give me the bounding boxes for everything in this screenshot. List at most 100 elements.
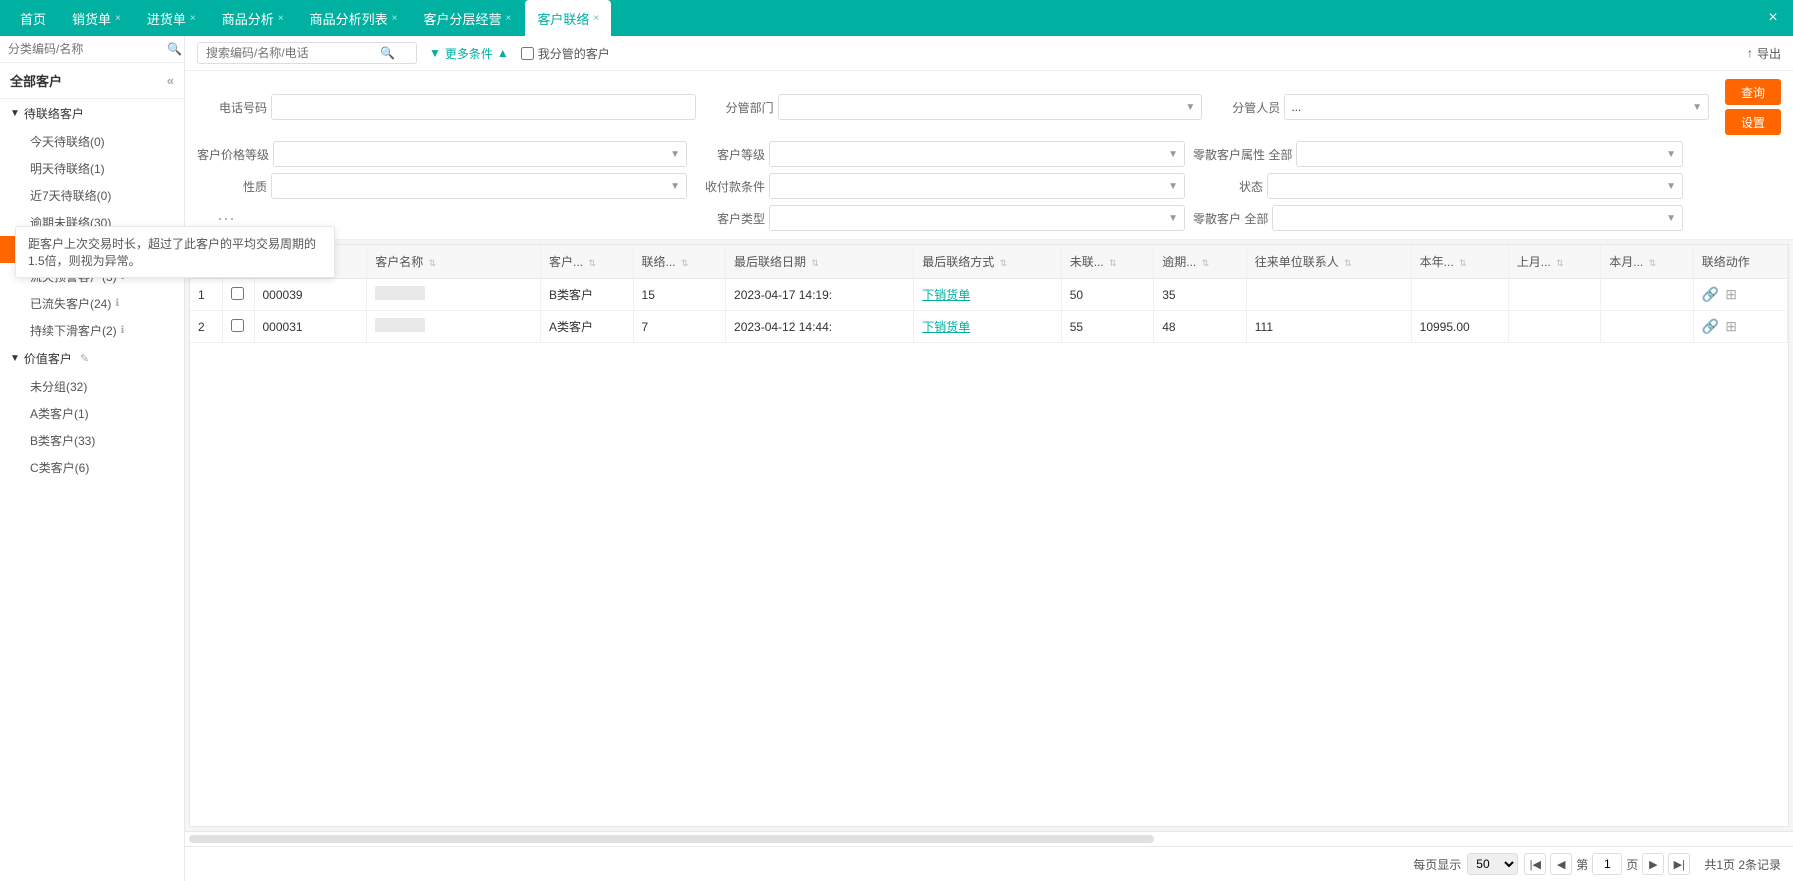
status-select[interactable]: ▼ xyxy=(1267,173,1683,199)
th-last-date[interactable]: 最后联络日期 ⇅ xyxy=(726,245,914,279)
sidebar-group-pending[interactable]: ▼ 待联络客户 xyxy=(0,99,184,128)
close-sales-tab[interactable]: × xyxy=(115,13,121,24)
row1-method-link[interactable]: 下销货单 xyxy=(922,288,970,302)
h-scrollbar[interactable] xyxy=(189,835,1154,843)
nav-tab-customer-segment[interactable]: 客户分层经营 × xyxy=(411,0,523,36)
sidebar-item-lost[interactable]: 已流失客户(24) ℹ xyxy=(10,290,184,317)
sidebar-group-value[interactable]: ▼ 价值客户 ✎ xyxy=(0,344,184,373)
th-contact-count[interactable]: 联络... ⇅ xyxy=(633,245,726,279)
nav-tab-analysis[interactable]: 商品分析 × xyxy=(210,0,296,36)
customer-type-select[interactable]: ▼ xyxy=(769,205,1185,231)
row1-last-method[interactable]: 下销货单 xyxy=(914,279,1062,311)
filter-row-2: 客户价格等级 ▼ 客户等级 ▼ 零散客户属性 全部 xyxy=(197,141,1781,167)
table-area[interactable]: ⚙ 客户编码 ⇅ 客户名称 ⇅ 客户... ⇅ 联络... ⇅ 最后联络日期 ⇅… xyxy=(189,244,1789,827)
page-last-btn[interactable]: ▶| xyxy=(1668,853,1690,875)
page-next-btn[interactable]: ▶ xyxy=(1642,853,1664,875)
row1-contact-count: 15 xyxy=(633,279,726,311)
export-button[interactable]: ↑ 导出 xyxy=(1747,45,1781,62)
sidebar-item-class-b[interactable]: B类客户(33) xyxy=(10,427,184,454)
sidebar-search-icon[interactable]: 🔍 xyxy=(167,42,182,56)
row1-checkbox[interactable] xyxy=(222,279,254,311)
sidebar-item-today[interactable]: 今天待联络(0) xyxy=(10,128,184,155)
status-chevron: ▼ xyxy=(1666,181,1676,192)
row2-method-link[interactable]: 下销货单 xyxy=(922,320,970,334)
dept-select[interactable]: ▼ xyxy=(778,94,1203,120)
my-customers-check[interactable] xyxy=(521,47,534,60)
row2-last-month xyxy=(1508,311,1601,343)
row2-type: A类客户 xyxy=(541,311,634,343)
sidebar-search-input[interactable] xyxy=(8,42,163,56)
row1-grid-icon[interactable]: ⊞ xyxy=(1725,286,1737,303)
value-subgroup: 未分组(32) A类客户(1) B类客户(33) C类客户(6) xyxy=(0,373,184,481)
person-select[interactable]: ... ▼ xyxy=(1284,94,1709,120)
sidebar-item-class-c[interactable]: C类客户(6) xyxy=(10,454,184,481)
retail-attr-select[interactable]: ▼ xyxy=(1296,141,1683,167)
row2-checkbox[interactable] xyxy=(222,311,254,343)
row1-name xyxy=(367,279,541,311)
my-customers-checkbox[interactable]: 我分管的客户 xyxy=(521,45,610,62)
main-search-icon[interactable]: 🔍 xyxy=(380,46,395,60)
price-level-select[interactable]: ▼ xyxy=(273,141,687,167)
th-last-month[interactable]: 上月... ⇅ xyxy=(1508,245,1601,279)
page-number-input[interactable] xyxy=(1592,853,1622,875)
close-purchase-tab[interactable]: × xyxy=(190,13,196,24)
row2-check[interactable] xyxy=(231,319,244,332)
filter-row-3: 性质 ▼ 收付款条件 ▼ 状态 xyxy=(197,173,1781,199)
sidebar-collapse-icon[interactable]: « xyxy=(167,73,174,88)
th-name[interactable]: 客户名称 ⇅ xyxy=(367,245,541,279)
filter-search-box: 🔍 xyxy=(197,42,417,64)
row1-uncontacted: 50 xyxy=(1061,279,1154,311)
th-action[interactable]: 联络动作 xyxy=(1693,245,1787,279)
close-segment-tab[interactable]: × xyxy=(505,13,511,24)
nav-tab-home[interactable]: 首页 xyxy=(8,0,58,36)
table-row: 2 000031 A类客户 7 2023-04-12 14:44: 下销货单 5… xyxy=(190,311,1788,343)
row1-link-icon[interactable]: 🔗 xyxy=(1702,286,1719,303)
page-first-btn[interactable]: |◀ xyxy=(1524,853,1546,875)
row2-last-method[interactable]: 下销货单 xyxy=(914,311,1062,343)
pending-group-arrow: ▼ xyxy=(10,108,20,119)
th-customer-type[interactable]: 客户... ⇅ xyxy=(541,245,634,279)
th-contact-person[interactable]: 往来单位联系人 ⇅ xyxy=(1246,245,1411,279)
th-last-method[interactable]: 最后联络方式 ⇅ xyxy=(914,245,1062,279)
row2-name-blurred xyxy=(375,318,425,332)
th-this-year[interactable]: 本年... ⇅ xyxy=(1411,245,1508,279)
sidebar-item-class-a[interactable]: A类客户(1) xyxy=(10,400,184,427)
filter-price-level: 客户价格等级 ▼ xyxy=(197,141,687,167)
close-contact-tab[interactable]: × xyxy=(593,13,599,24)
sidebar-item-ungrouped[interactable]: 未分组(32) xyxy=(10,373,184,400)
retail-customer-select[interactable]: ▼ xyxy=(1272,205,1683,231)
row2-overdue: 48 xyxy=(1154,311,1247,343)
more-conditions-btn[interactable]: ▼ 更多条件 ▲ xyxy=(429,45,509,62)
nav-tab-customer-contact[interactable]: 客户联络 × xyxy=(525,0,611,36)
per-page-select[interactable]: 50 20 100 xyxy=(1467,853,1518,875)
page-prev-btn[interactable]: ◀ xyxy=(1550,853,1572,875)
main-search-input[interactable] xyxy=(206,46,376,60)
declining-info: ℹ xyxy=(121,325,125,336)
th-uncontacted[interactable]: 未联... ⇅ xyxy=(1061,245,1154,279)
payment-select[interactable]: ▼ xyxy=(769,173,1185,199)
sidebar-item-declining[interactable]: 持续下滑客户(2) ℹ xyxy=(10,317,184,344)
customer-level-select[interactable]: ▼ xyxy=(769,141,1185,167)
filter-department: 分管部门 ▼ xyxy=(704,94,1203,120)
row2-grid-icon[interactable]: ⊞ xyxy=(1725,318,1737,335)
query-button[interactable]: 查询 xyxy=(1725,79,1781,105)
th-overdue[interactable]: 逾期... ⇅ xyxy=(1154,245,1247,279)
window-close-button[interactable]: × xyxy=(1761,6,1785,30)
sidebar-item-7days[interactable]: 近7天待联络(0) xyxy=(10,182,184,209)
table-row: 1 000039 B类客户 15 2023-04-17 14:19: 下销货单 … xyxy=(190,279,1788,311)
customer-table: ⚙ 客户编码 ⇅ 客户名称 ⇅ 客户... ⇅ 联络... ⇅ 最后联络日期 ⇅… xyxy=(190,245,1788,343)
nature-label: 性质 xyxy=(197,178,267,195)
close-analysis-tab[interactable]: × xyxy=(278,13,284,24)
settings-button[interactable]: 设置 xyxy=(1725,109,1781,135)
value-edit-icon[interactable]: ✎ xyxy=(80,352,89,365)
phone-input[interactable] xyxy=(271,94,696,120)
nav-tab-purchase[interactable]: 进货单 × xyxy=(135,0,208,36)
th-this-month[interactable]: 本月... ⇅ xyxy=(1601,245,1694,279)
close-analysis-list-tab[interactable]: × xyxy=(392,13,398,24)
row2-link-icon[interactable]: 🔗 xyxy=(1702,318,1719,335)
sidebar-item-tomorrow[interactable]: 明天待联络(1) xyxy=(10,155,184,182)
row1-check[interactable] xyxy=(231,287,244,300)
nav-tab-analysis-list[interactable]: 商品分析列表 × xyxy=(298,0,410,36)
nature-select[interactable]: ▼ xyxy=(271,173,687,199)
nav-tab-sales[interactable]: 销货单 × xyxy=(60,0,133,36)
